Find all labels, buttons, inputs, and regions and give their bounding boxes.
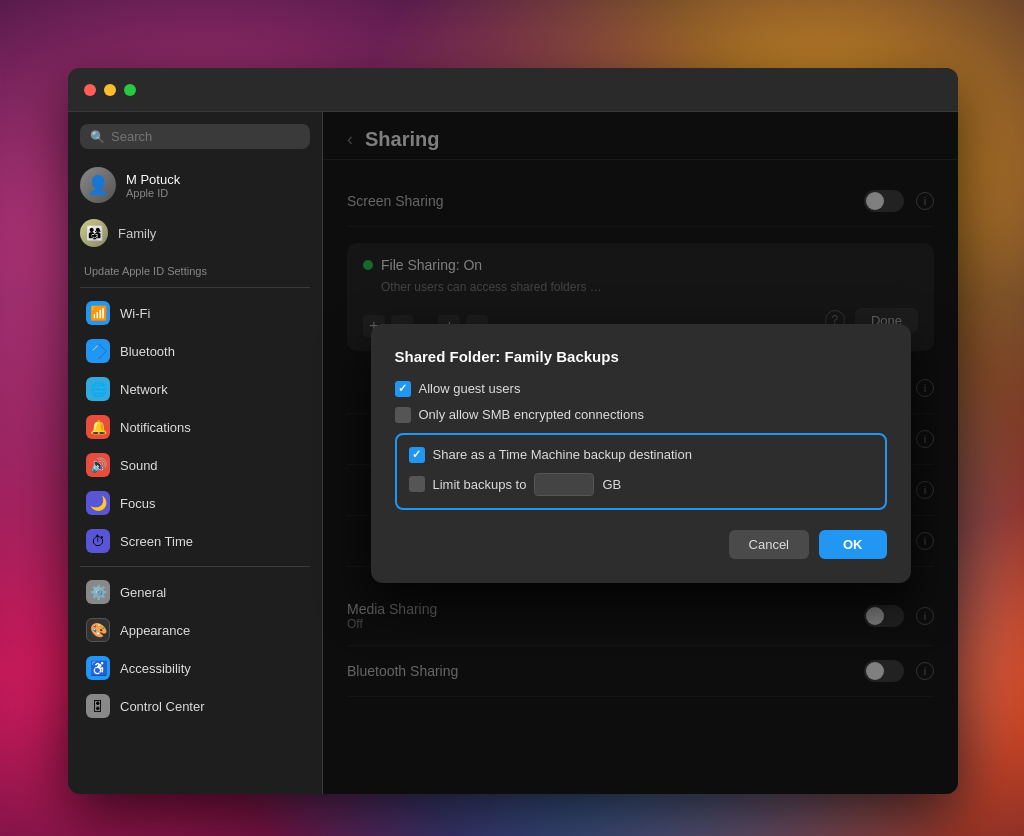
sidebar-item-label: Notifications xyxy=(120,420,191,435)
time-machine-checkbox[interactable]: ✓ xyxy=(409,447,425,463)
user-profile-item[interactable]: 👤 M Potuck Apple ID xyxy=(68,161,322,209)
sidebar-item-label: Accessibility xyxy=(120,661,191,676)
limit-backups-row: Limit backups to GB xyxy=(409,473,873,496)
sidebar-item-label: Appearance xyxy=(120,623,190,638)
time-machine-share-row: ✓ Share as a Time Machine backup destina… xyxy=(409,447,873,463)
family-item[interactable]: 👨‍👩‍👧 Family xyxy=(68,213,322,253)
sidebar-item-label: Wi-Fi xyxy=(120,306,150,321)
sidebar-item-screentime[interactable]: ⏱ Screen Time xyxy=(74,523,316,559)
sidebar-item-focus[interactable]: 🌙 Focus xyxy=(74,485,316,521)
family-avatar: 👨‍👩‍👧 xyxy=(80,219,108,247)
focus-icon: 🌙 xyxy=(86,491,110,515)
allow-guest-row: ✓ Allow guest users xyxy=(395,381,887,397)
wifi-icon: 📶 xyxy=(86,301,110,325)
sidebar-divider xyxy=(80,566,310,567)
sidebar-item-bluetooth[interactable]: 🔷 Bluetooth xyxy=(74,333,316,369)
time-machine-label: Share as a Time Machine backup destinati… xyxy=(433,447,692,462)
sidebar-item-label: Screen Time xyxy=(120,534,193,549)
smb-encrypted-row: Only allow SMB encrypted connections xyxy=(395,407,887,423)
sidebar-item-label: Focus xyxy=(120,496,155,511)
search-bar[interactable]: 🔍 xyxy=(80,124,310,149)
sidebar-item-sound[interactable]: 🔊 Sound xyxy=(74,447,316,483)
sidebar-item-general[interactable]: ⚙️ General xyxy=(74,574,316,610)
checkmark-icon: ✓ xyxy=(398,382,407,395)
limit-backups-checkbox[interactable] xyxy=(409,476,425,492)
allow-guest-label: Allow guest users xyxy=(419,381,521,396)
cancel-button[interactable]: Cancel xyxy=(729,530,809,559)
user-name: M Potuck xyxy=(126,172,180,187)
dialog-overlay: Shared Folder: Family Backups ✓ Allow gu… xyxy=(323,112,958,794)
notifications-icon: 🔔 xyxy=(86,415,110,439)
main-content: ‹ Sharing Screen Sharing i File Sharin xyxy=(323,112,958,794)
sound-icon: 🔊 xyxy=(86,453,110,477)
gb-label: GB xyxy=(602,477,621,492)
user-info: M Potuck Apple ID xyxy=(126,172,180,199)
family-label: Family xyxy=(118,226,156,241)
search-icon: 🔍 xyxy=(90,130,105,144)
time-machine-section: ✓ Share as a Time Machine backup destina… xyxy=(395,433,887,510)
avatar: 👤 xyxy=(80,167,116,203)
system-preferences-window: 🔍 👤 M Potuck Apple ID 👨‍👩‍👧 Family Updat xyxy=(68,68,958,794)
minimize-button[interactable] xyxy=(104,84,116,96)
dialog-title: Shared Folder: Family Backups xyxy=(395,348,887,365)
traffic-lights xyxy=(84,84,136,96)
title-bar xyxy=(68,68,958,112)
sidebar-item-accessibility[interactable]: ♿ Accessibility xyxy=(74,650,316,686)
maximize-button[interactable] xyxy=(124,84,136,96)
shared-folder-dialog: Shared Folder: Family Backups ✓ Allow gu… xyxy=(371,324,911,583)
bluetooth-icon: 🔷 xyxy=(86,339,110,363)
sidebar-item-network[interactable]: 🌐 Network xyxy=(74,371,316,407)
appearance-icon: 🎨 xyxy=(86,618,110,642)
dialog-buttons: Cancel OK xyxy=(395,530,887,559)
sidebar: 🔍 👤 M Potuck Apple ID 👨‍👩‍👧 Family Updat xyxy=(68,112,323,794)
allow-guest-checkbox[interactable]: ✓ xyxy=(395,381,411,397)
limit-backups-input[interactable] xyxy=(534,473,594,496)
general-icon: ⚙️ xyxy=(86,580,110,604)
sidebar-item-label: Control Center xyxy=(120,699,205,714)
sidebar-item-label: Network xyxy=(120,382,168,397)
sidebar-item-wifi[interactable]: 📶 Wi-Fi xyxy=(74,295,316,331)
sidebar-item-control-center[interactable]: 🎛 Control Center xyxy=(74,688,316,724)
network-icon: 🌐 xyxy=(86,377,110,401)
user-subtitle: Apple ID xyxy=(126,187,180,199)
sidebar-divider xyxy=(80,287,310,288)
section-header: Update Apple ID Settings xyxy=(68,261,322,281)
sidebar-item-appearance[interactable]: 🎨 Appearance xyxy=(74,612,316,648)
screentime-icon: ⏱ xyxy=(86,529,110,553)
smb-encrypted-label: Only allow SMB encrypted connections xyxy=(419,407,644,422)
close-button[interactable] xyxy=(84,84,96,96)
sidebar-item-notifications[interactable]: 🔔 Notifications xyxy=(74,409,316,445)
sidebar-item-label: General xyxy=(120,585,166,600)
ok-button[interactable]: OK xyxy=(819,530,887,559)
window-content: 🔍 👤 M Potuck Apple ID 👨‍👩‍👧 Family Updat xyxy=(68,112,958,794)
control-center-icon: 🎛 xyxy=(86,694,110,718)
sidebar-item-label: Sound xyxy=(120,458,158,473)
checkmark-icon: ✓ xyxy=(412,448,421,461)
smb-encrypted-checkbox[interactable] xyxy=(395,407,411,423)
limit-backups-label: Limit backups to xyxy=(433,477,527,492)
search-input[interactable] xyxy=(111,129,300,144)
sidebar-item-label: Bluetooth xyxy=(120,344,175,359)
accessibility-icon: ♿ xyxy=(86,656,110,680)
